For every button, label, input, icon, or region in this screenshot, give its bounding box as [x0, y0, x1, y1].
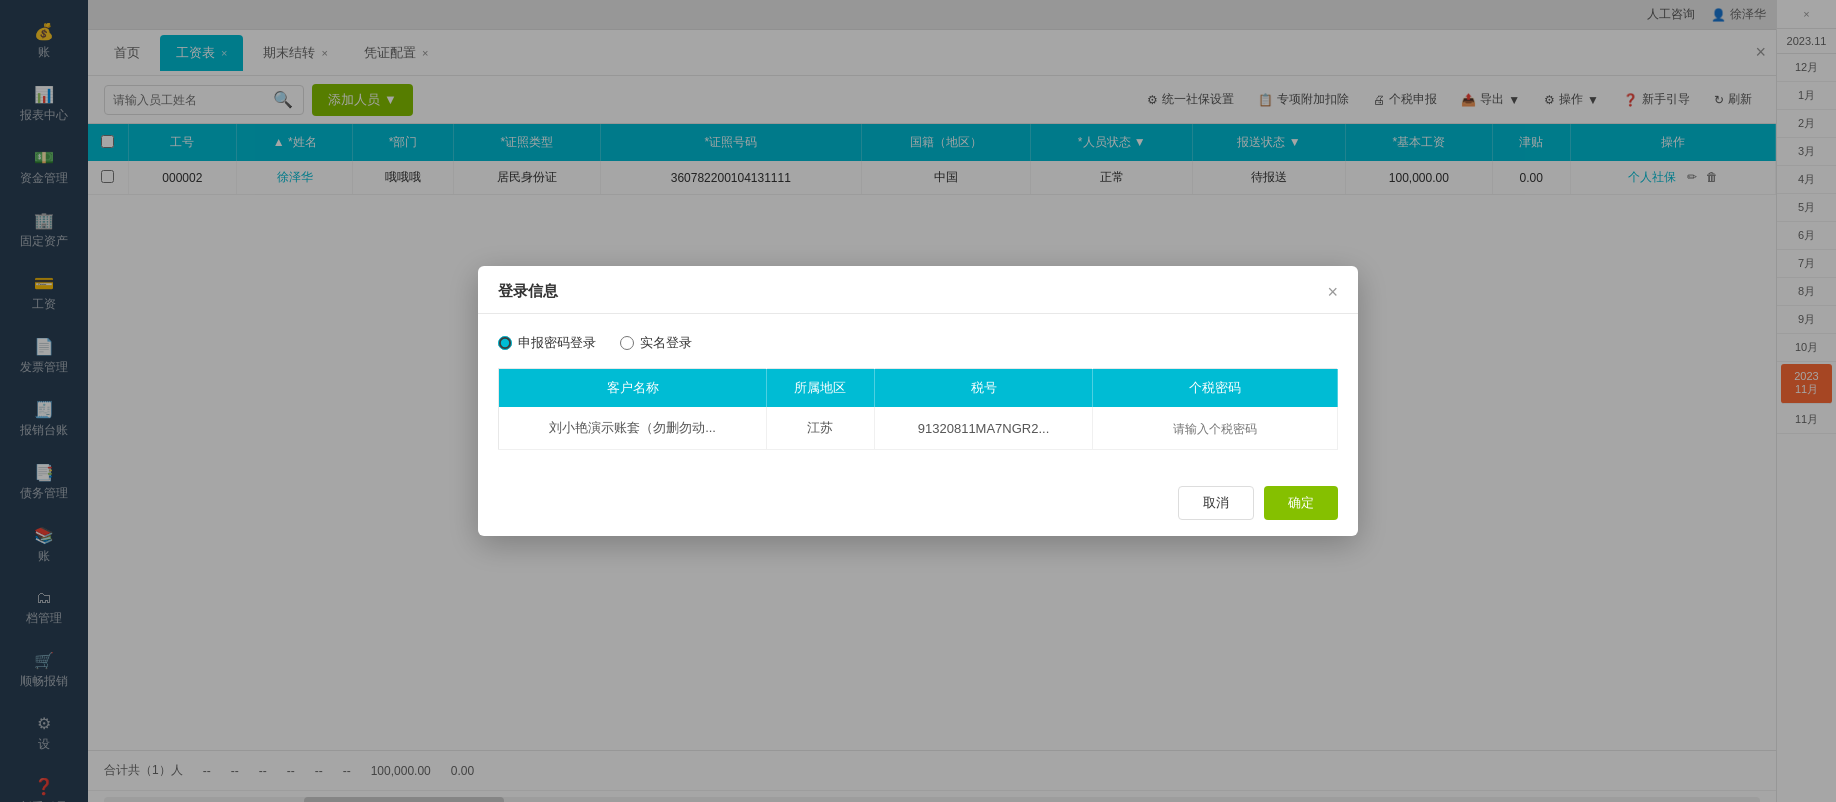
dialog-account-table: 客户名称 所属地区 税号 个税密码 刘小艳演示账套（勿删勿动... 江苏 913… — [498, 368, 1338, 450]
dialog-title: 登录信息 — [498, 282, 558, 301]
dialog-header: 登录信息 × — [478, 266, 1358, 314]
login-method-radio-group: 申报密码登录 实名登录 — [498, 334, 1338, 352]
cancel-button[interactable]: 取消 — [1178, 486, 1254, 520]
dialog-col-region: 所属地区 — [767, 369, 875, 408]
dialog-tax-number: 91320811MA7NGR2... — [874, 407, 1093, 450]
radio-text-申报密码登录: 申报密码登录 — [518, 334, 596, 352]
dialog-table-header-row: 客户名称 所属地区 税号 个税密码 — [499, 369, 1338, 408]
tax-password-input[interactable] — [1105, 422, 1325, 436]
dialog-col-client-name: 客户名称 — [499, 369, 767, 408]
radio-实名登录[interactable] — [620, 336, 634, 350]
dialog-col-tax-number: 税号 — [874, 369, 1093, 408]
dialog-body: 申报密码登录 实名登录 客户名称 所属地区 税号 个税密码 — [478, 314, 1358, 470]
confirm-button[interactable]: 确定 — [1264, 486, 1338, 520]
modal-overlay: 登录信息 × 申报密码登录 实名登录 客户名称 所属地区 — [0, 0, 1836, 802]
dialog-client-name: 刘小艳演示账套（勿删勿动... — [499, 407, 767, 450]
radio-label-实名登录[interactable]: 实名登录 — [620, 334, 692, 352]
dialog-footer: 取消 确定 — [478, 470, 1358, 536]
dialog-close-btn[interactable]: × — [1327, 283, 1338, 301]
radio-text-实名登录: 实名登录 — [640, 334, 692, 352]
dialog-region: 江苏 — [767, 407, 875, 450]
login-info-dialog: 登录信息 × 申报密码登录 实名登录 客户名称 所属地区 — [478, 266, 1358, 536]
radio-label-申报密码登录[interactable]: 申报密码登录 — [498, 334, 596, 352]
dialog-tax-password-cell[interactable] — [1093, 407, 1338, 450]
dialog-col-tax-password: 个税密码 — [1093, 369, 1338, 408]
radio-申报密码登录[interactable] — [498, 336, 512, 350]
dialog-table-row: 刘小艳演示账套（勿删勿动... 江苏 91320811MA7NGR2... — [499, 407, 1338, 450]
